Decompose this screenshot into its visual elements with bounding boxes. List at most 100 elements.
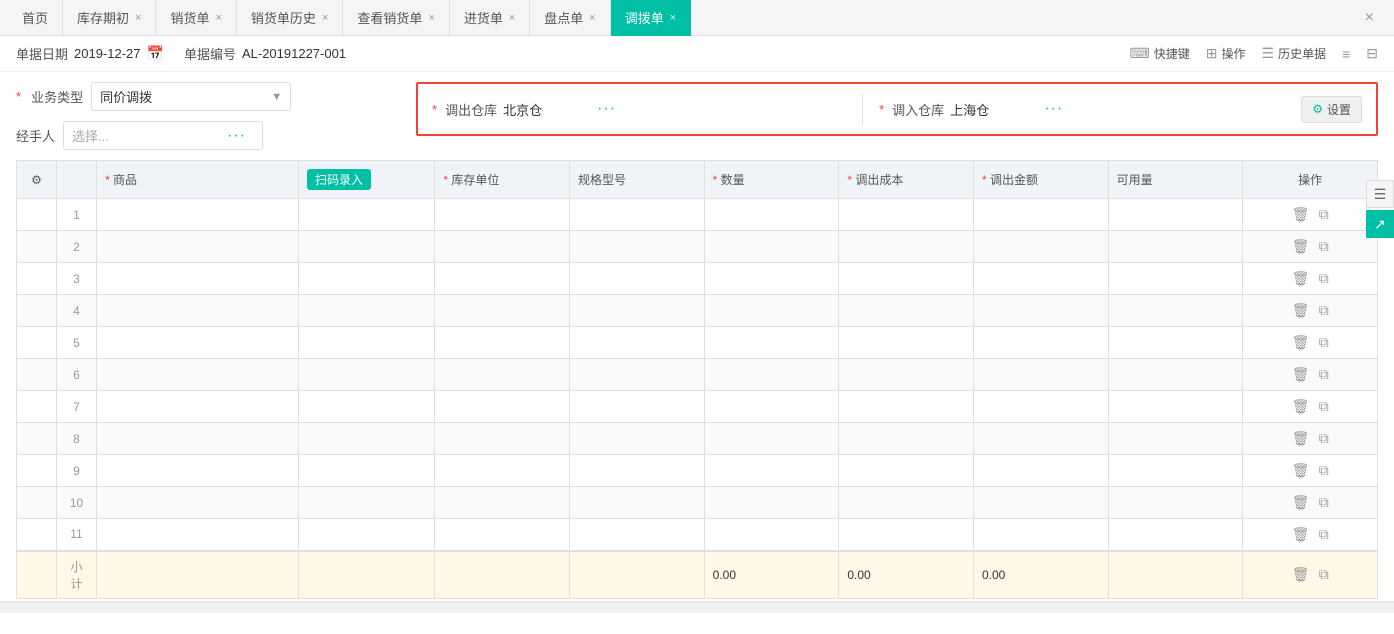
row-qty[interactable] [704,327,839,359]
col-settings-header[interactable]: ⚙ [17,161,57,199]
row-product[interactable] [97,295,299,327]
row-amount[interactable] [973,423,1108,455]
row-unit[interactable] [435,327,570,359]
scan-button[interactable]: 扫码录入 [307,169,371,190]
row-product[interactable] [97,455,299,487]
row-cost[interactable] [839,519,974,551]
delete-icon[interactable]: 🗑 [1292,526,1310,542]
row-unit[interactable] [435,359,570,391]
row-cost[interactable] [839,199,974,231]
copy-icon[interactable]: ⧉ [1319,494,1329,510]
row-spec[interactable] [570,327,705,359]
tab-purchase-order-close[interactable]: × [509,12,515,24]
tab-purchase-order[interactable]: 进货单 × [450,0,530,36]
row-spec[interactable] [570,231,705,263]
row-product[interactable] [97,327,299,359]
view-toggle-grid[interactable]: ⊟ [1366,45,1378,62]
copy-icon[interactable]: ⧉ [1319,462,1329,478]
row-cost[interactable] [839,391,974,423]
tab-inventory-init[interactable]: 库存期初 × [63,0,156,36]
row-unit[interactable] [435,519,570,551]
row-amount[interactable] [973,455,1108,487]
row-amount[interactable] [973,263,1108,295]
row-amount[interactable] [973,199,1108,231]
float-list-btn[interactable]: ☰ [1366,180,1394,208]
tab-sales-history[interactable]: 销货单历史 × [237,0,343,36]
row-product[interactable] [97,519,299,551]
subtotal-delete-icon[interactable]: 🗑 [1292,566,1310,582]
row-qty[interactable] [704,455,839,487]
delete-icon[interactable]: 🗑 [1292,270,1310,286]
copy-icon[interactable]: ⧉ [1319,206,1329,222]
row-unit[interactable] [435,199,570,231]
row-unit[interactable] [435,295,570,327]
row-cost[interactable] [839,455,974,487]
delete-icon[interactable]: 🗑 [1292,206,1310,222]
delete-icon[interactable]: 🗑 [1292,238,1310,254]
copy-icon[interactable]: ⧉ [1319,366,1329,382]
row-unit[interactable] [435,455,570,487]
bottom-scrollbar[interactable] [0,601,1394,613]
row-spec[interactable] [570,359,705,391]
row-spec[interactable] [570,391,705,423]
history-button[interactable]: ☰ 历史单据 [1262,45,1327,62]
row-qty[interactable] [704,199,839,231]
row-spec[interactable] [570,487,705,519]
tab-transfer-close[interactable]: × [670,12,676,24]
tab-inventory-check[interactable]: 盘点单 × [530,0,610,36]
tab-inventory-init-close[interactable]: × [135,12,141,24]
tab-sales-history-close[interactable]: × [322,12,328,24]
delete-icon[interactable]: 🗑 [1292,302,1310,318]
tab-sales-order-close[interactable]: × [215,12,221,24]
row-cost[interactable] [839,487,974,519]
row-qty[interactable] [704,295,839,327]
dest-warehouse-more[interactable]: ··· [1044,100,1063,118]
row-spec[interactable] [570,423,705,455]
delete-icon[interactable]: 🗑 [1292,334,1310,350]
row-unit[interactable] [435,391,570,423]
row-qty[interactable] [704,423,839,455]
view-toggle-list[interactable]: ≡ [1342,46,1350,62]
row-unit[interactable] [435,231,570,263]
tab-inventory-check-close[interactable]: × [589,12,595,24]
row-product[interactable] [97,487,299,519]
delete-icon[interactable]: 🗑 [1292,366,1310,382]
row-amount[interactable] [973,519,1108,551]
row-amount[interactable] [973,295,1108,327]
delete-icon[interactable]: 🗑 [1292,430,1310,446]
row-amount[interactable] [973,487,1108,519]
row-unit[interactable] [435,263,570,295]
shortcuts-button[interactable]: ⌨ 快捷键 [1130,45,1190,62]
row-spec[interactable] [570,199,705,231]
delete-icon[interactable]: 🗑 [1292,398,1310,414]
col-scan-header[interactable]: 扫码录入 [298,161,434,199]
row-spec[interactable] [570,455,705,487]
row-product[interactable] [97,263,299,295]
row-qty[interactable] [704,391,839,423]
row-amount[interactable] [973,359,1108,391]
tab-transfer[interactable]: 调拨单 × [611,0,691,36]
tab-sales-order[interactable]: 销货单 × [156,0,236,36]
delete-icon[interactable]: 🗑 [1292,462,1310,478]
float-expand-btn[interactable]: ↗ [1366,210,1394,238]
row-amount[interactable] [973,391,1108,423]
handler-select[interactable]: 选择... ··· [63,121,263,150]
settings-button[interactable]: ⚙ 设置 [1301,96,1362,123]
tab-view-sales-close[interactable]: × [428,12,434,24]
row-cost[interactable] [839,263,974,295]
subtotal-copy-icon[interactable]: ⧉ [1319,566,1329,582]
delete-icon[interactable]: 🗑 [1292,494,1310,510]
row-product[interactable] [97,423,299,455]
business-type-select[interactable]: 同价调拨 ▼ [91,82,291,111]
source-warehouse-more[interactable]: ··· [597,100,616,118]
close-all-tabs[interactable]: × [1353,9,1386,27]
row-qty[interactable] [704,231,839,263]
row-qty[interactable] [704,359,839,391]
row-cost[interactable] [839,327,974,359]
copy-icon[interactable]: ⧉ [1319,238,1329,254]
copy-icon[interactable]: ⧉ [1319,270,1329,286]
row-cost[interactable] [839,359,974,391]
tab-view-sales[interactable]: 查看销货单 × [343,0,449,36]
row-amount[interactable] [973,231,1108,263]
copy-icon[interactable]: ⧉ [1319,334,1329,350]
